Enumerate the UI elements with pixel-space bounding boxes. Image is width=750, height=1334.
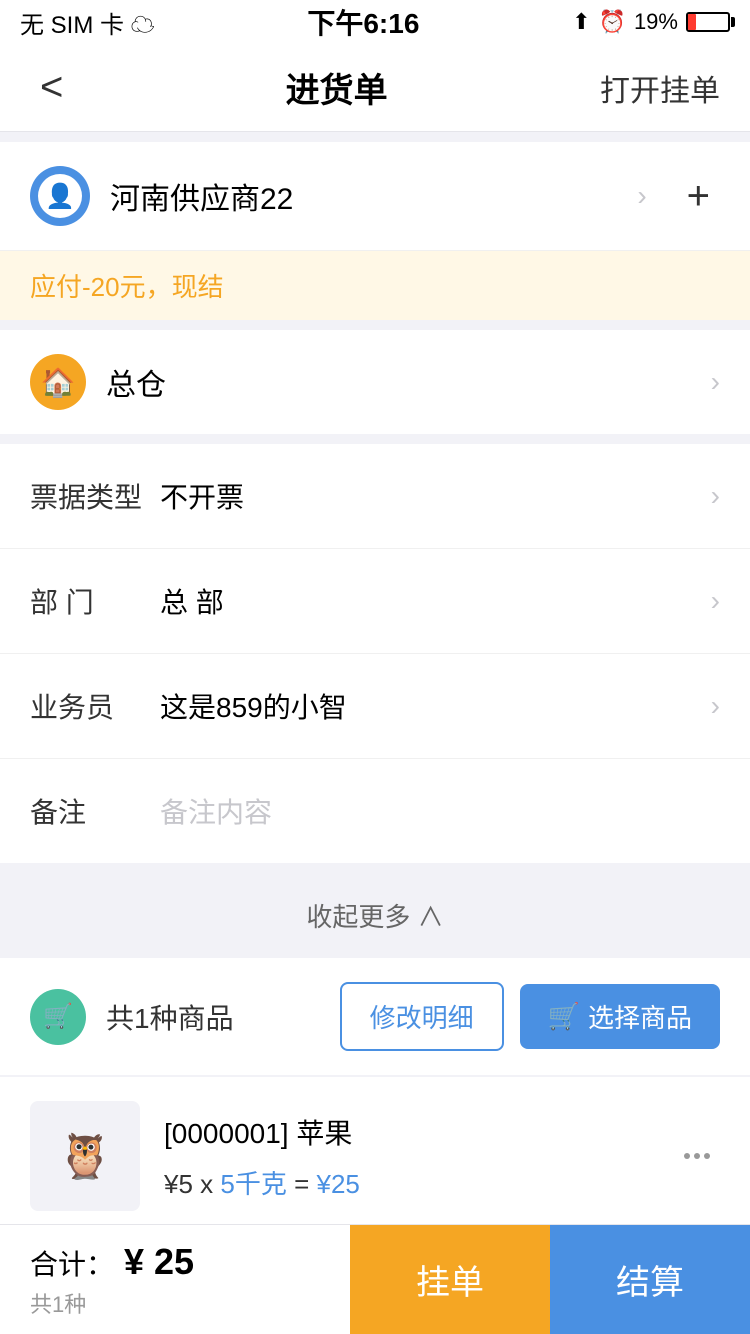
supplier-info-bar: 应付-20元，现结 — [0, 251, 750, 320]
dept-value: 总 部 — [160, 581, 711, 621]
select-product-button[interactable]: 🛒 选择商品 — [520, 984, 720, 1049]
supplier-name: 河南供应商22 — [110, 174, 637, 218]
status-bar: 无 SIM 卡 ☁ 下午6:16 ⬆ ⏰ 19% — [0, 0, 750, 44]
product-name: [0000001] 苹果 — [164, 1112, 674, 1152]
avatar-icon: 👤 — [38, 174, 82, 218]
products-icon: 🛒 — [30, 989, 86, 1045]
supplier-row[interactable]: 👤 河南供应商22 › + — [0, 142, 750, 251]
warehouse-card[interactable]: 🏠 总仓 › — [0, 330, 750, 434]
products-count: 共1种商品 — [106, 997, 340, 1037]
warehouse-row[interactable]: 🏠 总仓 › — [0, 330, 750, 434]
total-text: ¥25 — [316, 1169, 359, 1199]
collapse-label: 收起更多 ∧ — [306, 897, 443, 934]
product-thumbnail: 🦉 — [30, 1101, 140, 1211]
supplier-avatar: 👤 — [30, 166, 90, 226]
content: 👤 河南供应商22 › + 应付-20元，现结 🏠 总仓 › 票据类型 不开票 … — [0, 132, 750, 1235]
battery-label: 19% — [634, 9, 678, 35]
supplier-info-text: 应付-20元，现结 — [30, 272, 224, 302]
product-info: [0000001] 苹果 ¥5 x 5千克 = ¥25 — [164, 1112, 674, 1201]
supplier-card: 👤 河南供应商22 › + 应付-20元，现结 — [0, 142, 750, 320]
dept-chevron-icon: › — [711, 585, 720, 617]
form-row-invoice[interactable]: 票据类型 不开票 › — [0, 444, 750, 549]
dot3 — [704, 1153, 710, 1159]
footer: 合计： ¥ 25 共1种 挂单 结算 — [0, 1224, 750, 1334]
remark-input[interactable]: 备注内容 — [160, 791, 720, 831]
form-row-remark[interactable]: 备注 备注内容 — [0, 759, 750, 863]
cart-icon: 🛒 — [548, 1001, 580, 1032]
remark-label: 备注 — [30, 791, 160, 831]
invoice-chevron-icon: › — [711, 480, 720, 512]
equals-text: = — [287, 1169, 317, 1199]
page-title: 进货单 — [286, 63, 388, 112]
status-time: 下午6:16 — [307, 2, 419, 42]
footer-total: 合计： ¥ 25 共1种 — [0, 1225, 350, 1334]
dot1 — [684, 1153, 690, 1159]
form-row-salesman[interactable]: 业务员 这是859的小智 › — [0, 654, 750, 759]
warehouse-chevron-icon: › — [711, 366, 720, 398]
location-icon: ⬆ — [572, 9, 590, 35]
owl-icon: 🦉 — [58, 1130, 113, 1182]
total-row: 合计： ¥ 25 — [30, 1241, 320, 1283]
warehouse-name: 总仓 — [106, 360, 711, 404]
salesman-chevron-icon: › — [711, 690, 720, 722]
warehouse-icon: 🏠 — [30, 354, 86, 410]
settle-button[interactable]: 结算 — [550, 1225, 750, 1334]
form-card: 票据类型 不开票 › 部 门 总 部 › 业务员 这是859的小智 › 备注 备… — [0, 444, 750, 863]
invoice-value: 不开票 — [160, 476, 711, 516]
products-header: 🛒 共1种商品 修改明细 🛒 选择商品 — [0, 958, 750, 1075]
status-left: 无 SIM 卡 ☁ — [20, 5, 155, 40]
battery-icon — [686, 12, 730, 32]
footer-sub: 共1种 — [30, 1287, 320, 1319]
dot2 — [694, 1153, 700, 1159]
open-hang-button[interactable]: 打开挂单 — [600, 66, 720, 110]
edit-detail-button[interactable]: 修改明细 — [340, 982, 504, 1051]
hang-button[interactable]: 挂单 — [350, 1225, 550, 1334]
salesman-value: 这是859的小智 — [160, 686, 711, 726]
qty-text: 5千克 — [220, 1169, 286, 1199]
dept-label: 部 门 — [30, 581, 160, 621]
alarm-icon: ⏰ — [599, 9, 626, 35]
status-right: ⬆ ⏰ 19% — [572, 9, 730, 35]
nav-bar: < 进货单 打开挂单 — [0, 44, 750, 132]
invoice-label: 票据类型 — [30, 476, 160, 516]
collapse-button[interactable]: 收起更多 ∧ — [0, 873, 750, 958]
product-price: ¥5 x 5千克 = ¥25 — [164, 1164, 674, 1201]
sim-label: 无 SIM 卡 ☁ — [20, 5, 155, 40]
form-row-dept[interactable]: 部 门 总 部 › — [0, 549, 750, 654]
salesman-label: 业务员 — [30, 686, 160, 726]
add-button[interactable]: + — [677, 174, 720, 219]
price-text: ¥5 x — [164, 1169, 220, 1199]
product-item: 🦉 [0000001] 苹果 ¥5 x 5千克 = ¥25 — [0, 1077, 750, 1235]
back-button[interactable]: < — [30, 55, 73, 120]
supplier-chevron-icon: › — [637, 180, 646, 212]
total-amount: ¥ 25 — [124, 1241, 194, 1283]
more-button[interactable] — [674, 1143, 720, 1169]
select-btn-label: 选择商品 — [588, 998, 692, 1035]
total-label: 合计： — [30, 1243, 114, 1283]
